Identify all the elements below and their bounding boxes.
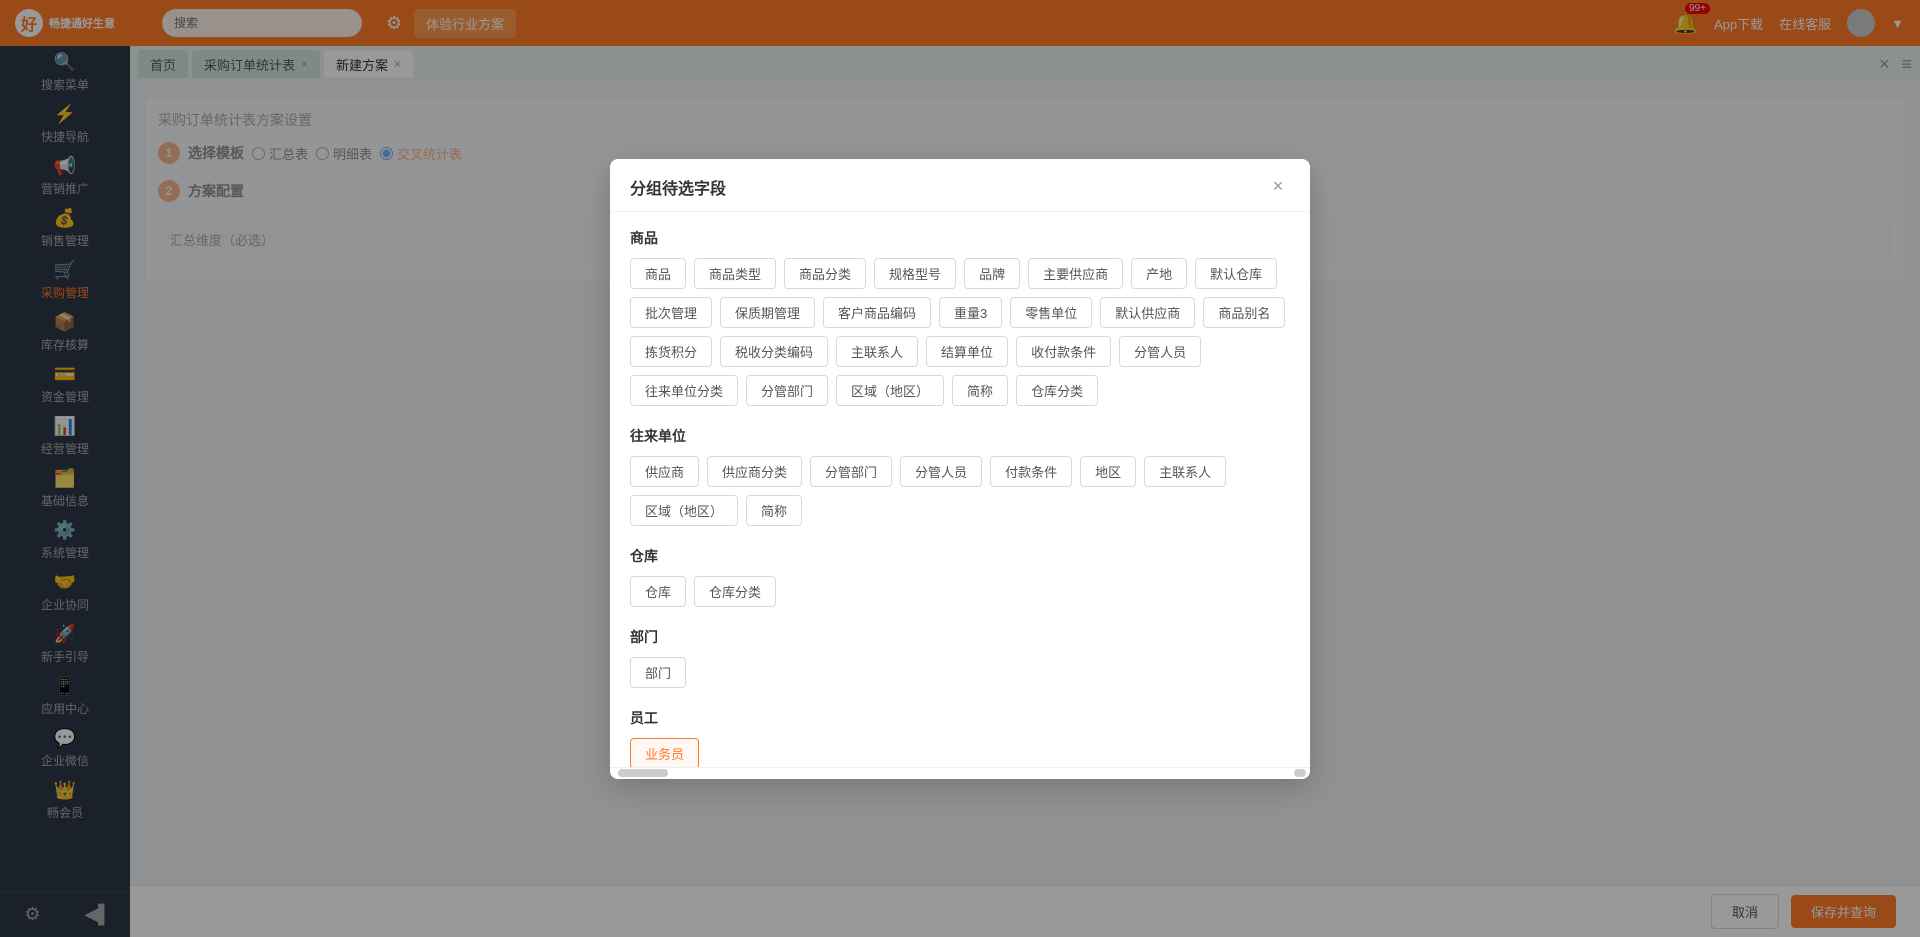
- field-select-modal: 分组待选字段 × 商品商品商品类型商品分类规格型号品牌主要供应商产地默认仓库批次…: [610, 159, 1310, 779]
- field-section-4: 员工业务员: [630, 708, 1290, 767]
- field-tag-0-17[interactable]: 主联系人: [836, 336, 918, 367]
- section-title-0: 商品: [630, 228, 1290, 248]
- field-tag-1-2[interactable]: 分管部门: [810, 456, 892, 487]
- field-tag-0-8[interactable]: 批次管理: [630, 297, 712, 328]
- field-tag-1-8[interactable]: 简称: [746, 495, 802, 526]
- modal-close-button[interactable]: ×: [1266, 175, 1290, 199]
- modal-header: 分组待选字段 ×: [610, 159, 1310, 212]
- field-tag-0-24[interactable]: 简称: [952, 375, 1008, 406]
- field-tag-1-6[interactable]: 主联系人: [1144, 456, 1226, 487]
- field-tag-0-0[interactable]: 商品: [630, 258, 686, 289]
- field-tag-1-4[interactable]: 付款条件: [990, 456, 1072, 487]
- field-tag-0-6[interactable]: 产地: [1131, 258, 1187, 289]
- field-section-2: 仓库仓库仓库分类: [630, 546, 1290, 607]
- field-tag-0-1[interactable]: 商品类型: [694, 258, 776, 289]
- section-title-4: 员工: [630, 708, 1290, 728]
- section-title-3: 部门: [630, 627, 1290, 647]
- modal-horizontal-scrollbar[interactable]: [610, 767, 1310, 779]
- hscroll-thumb: [618, 769, 668, 777]
- hscroll-right: [1294, 769, 1306, 777]
- field-tag-0-15[interactable]: 拣货积分: [630, 336, 712, 367]
- field-tag-0-23[interactable]: 区域（地区）: [836, 375, 944, 406]
- field-section-3: 部门部门: [630, 627, 1290, 688]
- field-tags-2: 仓库仓库分类: [630, 576, 1290, 607]
- field-tags-0: 商品商品类型商品分类规格型号品牌主要供应商产地默认仓库批次管理保质期管理客户商品…: [630, 258, 1290, 406]
- field-tag-0-9[interactable]: 保质期管理: [720, 297, 815, 328]
- field-tag-0-10[interactable]: 客户商品编码: [823, 297, 931, 328]
- section-title-2: 仓库: [630, 546, 1290, 566]
- field-tag-0-7[interactable]: 默认仓库: [1195, 258, 1277, 289]
- field-tag-0-22[interactable]: 分管部门: [746, 375, 828, 406]
- field-tag-0-14[interactable]: 商品别名: [1203, 297, 1285, 328]
- field-tag-2-1[interactable]: 仓库分类: [694, 576, 776, 607]
- field-tag-0-19[interactable]: 收付款条件: [1016, 336, 1111, 367]
- field-tag-0-11[interactable]: 重量3: [939, 297, 1002, 328]
- field-section-1: 往来单位供应商供应商分类分管部门分管人员付款条件地区主联系人区域（地区） 简称: [630, 426, 1290, 526]
- field-tag-0-21[interactable]: 往来单位分类: [630, 375, 738, 406]
- field-tag-0-25[interactable]: 仓库分类: [1016, 375, 1098, 406]
- field-tags-3: 部门: [630, 657, 1290, 688]
- field-tag-1-3[interactable]: 分管人员: [900, 456, 982, 487]
- field-tag-4-0[interactable]: 业务员: [630, 738, 699, 767]
- field-tag-1-0[interactable]: 供应商: [630, 456, 699, 487]
- field-tag-0-18[interactable]: 结算单位: [926, 336, 1008, 367]
- field-tag-0-20[interactable]: 分管人员: [1119, 336, 1201, 367]
- modal-body[interactable]: 商品商品商品类型商品分类规格型号品牌主要供应商产地默认仓库批次管理保质期管理客户…: [610, 212, 1310, 767]
- field-tag-3-0[interactable]: 部门: [630, 657, 686, 688]
- field-tag-0-16[interactable]: 税收分类编码: [720, 336, 828, 367]
- field-section-0: 商品商品商品类型商品分类规格型号品牌主要供应商产地默认仓库批次管理保质期管理客户…: [630, 228, 1290, 406]
- field-tag-0-12[interactable]: 零售单位: [1010, 297, 1092, 328]
- field-tag-0-3[interactable]: 规格型号: [874, 258, 956, 289]
- field-tag-1-5[interactable]: 地区: [1080, 456, 1136, 487]
- field-tag-0-13[interactable]: 默认供应商: [1100, 297, 1195, 328]
- field-tags-4: 业务员: [630, 738, 1290, 767]
- section-title-1: 往来单位: [630, 426, 1290, 446]
- field-tag-1-7[interactable]: 区域（地区）: [630, 495, 738, 526]
- field-tags-1: 供应商供应商分类分管部门分管人员付款条件地区主联系人区域（地区） 简称: [630, 456, 1290, 526]
- modal-title: 分组待选字段: [630, 175, 726, 199]
- field-tag-2-0[interactable]: 仓库: [630, 576, 686, 607]
- field-tag-0-4[interactable]: 品牌: [964, 258, 1020, 289]
- field-tag-0-2[interactable]: 商品分类: [784, 258, 866, 289]
- field-tag-1-1[interactable]: 供应商分类: [707, 456, 802, 487]
- field-tag-0-5[interactable]: 主要供应商: [1028, 258, 1123, 289]
